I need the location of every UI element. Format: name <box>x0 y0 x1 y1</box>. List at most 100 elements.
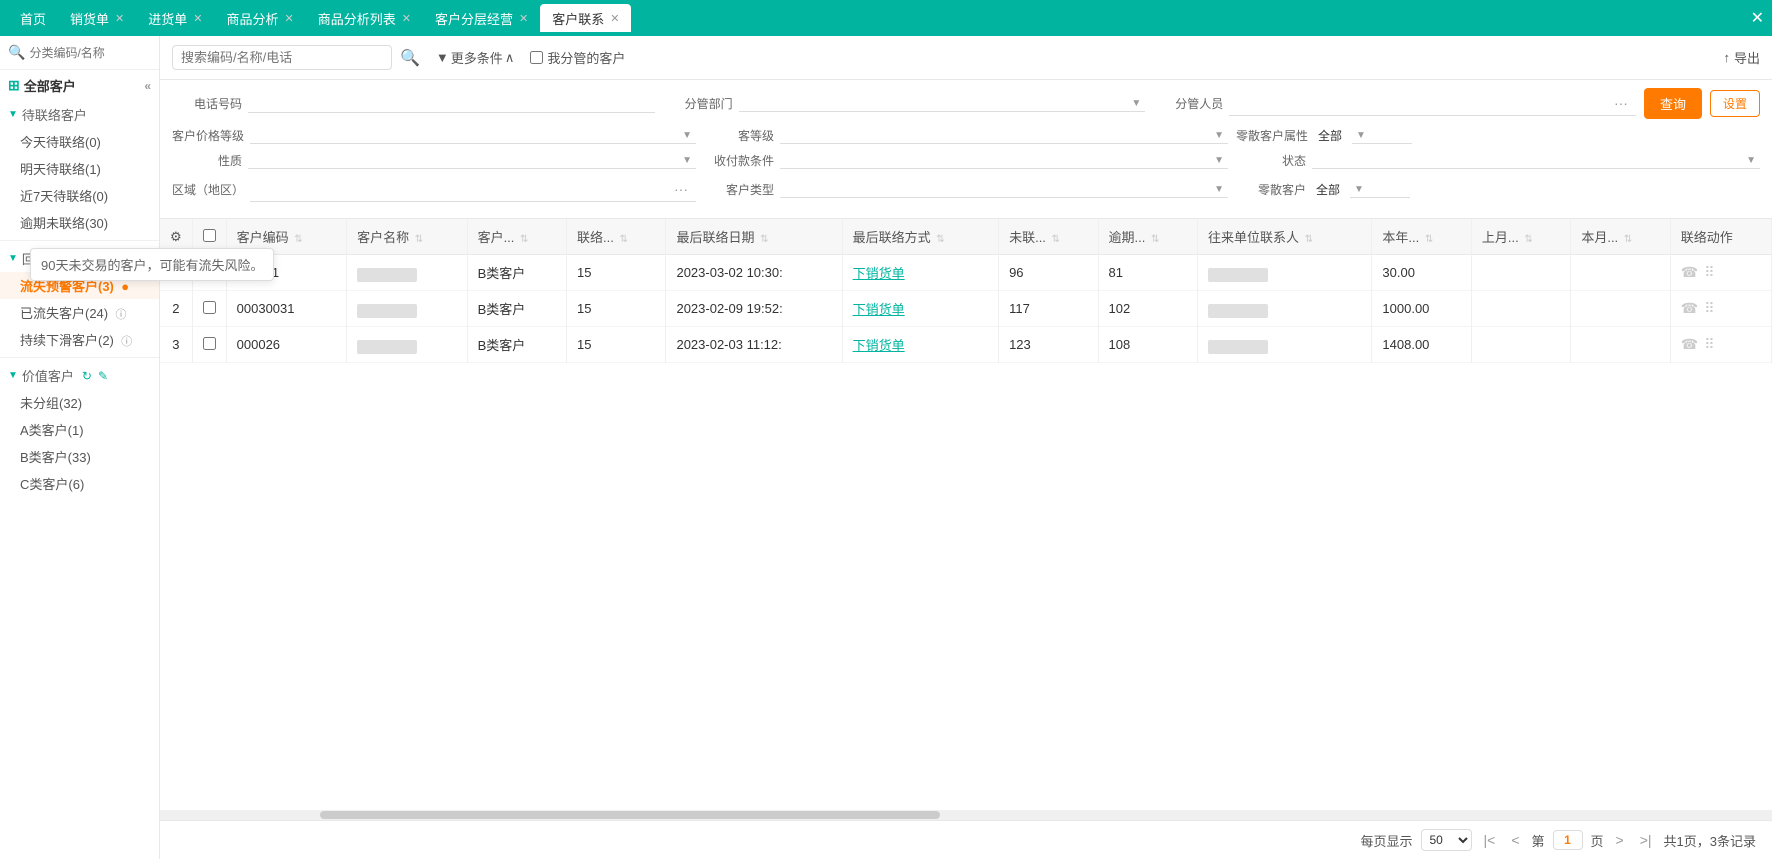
contact-icon-1[interactable]: ☎ <box>1681 264 1698 281</box>
filter-field-zero-retail: 零散客户 全部 ▼ <box>1236 181 1760 198</box>
filter-dept-select[interactable]: ▼ <box>739 96 1146 112</box>
tab-bar: 首页 销货单 ✕ 进货单 ✕ 商品分析 ✕ 商品分析列表 ✕ 客户分层经营 ✕ … <box>0 0 1772 36</box>
per-page-select[interactable]: 50 20 100 <box>1421 829 1472 851</box>
contact-icon-3[interactable]: ☎ <box>1681 336 1698 353</box>
row-checkbox-3[interactable] <box>192 327 226 363</box>
filter-row-4: 区域（地区） ··· 客户类型 ▼ 零散客户 全部 <box>172 177 1760 202</box>
sort-icon-contact[interactable]: ⇅ <box>619 234 627 245</box>
export-button[interactable]: ↑ 导出 <box>1723 48 1760 67</box>
sort-icon-last-month[interactable]: ⇅ <box>1524 234 1532 245</box>
sidebar-all-customers[interactable]: ⊞ 全部客户 « <box>0 70 159 101</box>
filter-row-2: 客户价格等级 ▼ 客等级 ▼ 零散客户属性 全部 <box>172 127 1760 144</box>
sidebar-item-overdue[interactable]: 逾期未联络(30) <box>0 209 159 236</box>
row-this-month-2 <box>1571 291 1670 327</box>
filter-zero-retail-attr-select[interactable]: ▼ <box>1352 128 1412 144</box>
my-customers-checkbox[interactable] <box>530 51 543 64</box>
filter-field-status: 状态 ▼ <box>1236 152 1760 169</box>
sort-icon-this-month[interactable]: ⇅ <box>1624 234 1632 245</box>
tab-close-sales-order[interactable]: ✕ <box>115 12 124 25</box>
contact-icon-2[interactable]: ☎ <box>1681 300 1698 317</box>
tab-close-customer-tier[interactable]: ✕ <box>519 12 528 25</box>
filter-nature-select[interactable]: ▼ <box>248 153 696 169</box>
sort-icon-this-year[interactable]: ⇅ <box>1425 234 1433 245</box>
payment-arrow-icon: ▼ <box>1214 155 1224 166</box>
edit-icon[interactable]: ✎ <box>98 369 108 383</box>
sidebar-item-ungrouped[interactable]: 未分组(32) <box>0 389 159 416</box>
more-action-icon-1[interactable]: ⠿ <box>1704 264 1714 281</box>
filter-customer-type-select[interactable]: ▼ <box>780 182 1228 198</box>
filter-search-button[interactable]: 🔍 <box>400 48 420 68</box>
horizontal-scrollbar[interactable] <box>160 810 1772 820</box>
filter-phone-input[interactable] <box>248 94 655 113</box>
tab-product-analysis-list[interactable]: 商品分析列表 ✕ <box>306 4 423 32</box>
filter-price-level-select[interactable]: ▼ <box>250 128 696 144</box>
sort-icon-overdue[interactable]: ⇅ <box>1151 234 1159 245</box>
scrollbar-thumb[interactable] <box>320 811 940 819</box>
sidebar-item-declining[interactable]: 持续下滑客户(2) ⓘ <box>0 326 159 353</box>
refresh-icon[interactable]: ↻ <box>82 369 92 383</box>
grid-icon: ⊞ <box>8 77 20 94</box>
sidebar-item-class-c[interactable]: C类客户(6) <box>0 470 159 497</box>
filter-payment-select[interactable]: ▼ <box>780 153 1228 169</box>
sort-icon-last-method[interactable]: ⇅ <box>936 234 944 245</box>
row-last-method-2[interactable]: 下销货单 <box>842 291 998 327</box>
tab-purchase-order[interactable]: 进货单 ✕ <box>136 4 214 32</box>
row-this-month-1 <box>1571 255 1670 291</box>
sidebar-item-class-b[interactable]: B类客户(33) <box>0 443 159 470</box>
page-number-input[interactable] <box>1553 830 1583 850</box>
tab-close-purchase-order[interactable]: ✕ <box>193 12 202 25</box>
sidebar-group-pending[interactable]: ▼ 待联络客户 <box>0 101 159 128</box>
row-checkbox-2[interactable] <box>192 291 226 327</box>
tab-sales-order[interactable]: 销货单 ✕ <box>58 4 136 32</box>
sidebar-item-7days[interactable]: 近7天待联络(0) <box>0 182 159 209</box>
my-customers-checkbox-label[interactable]: 我分管的客户 <box>530 48 625 67</box>
price-level-arrow-icon: ▼ <box>682 130 692 141</box>
tab-close-product-analysis-list[interactable]: ✕ <box>402 12 411 25</box>
row-last-method-1[interactable]: 下销货单 <box>842 255 998 291</box>
sidebar-item-today[interactable]: 今天待联络(0) <box>0 128 159 155</box>
row-code-3: 000026 <box>226 327 346 363</box>
tab-customer-contact[interactable]: 客户联系 ✕ <box>540 4 631 32</box>
prev-page-button[interactable]: < <box>1507 830 1523 850</box>
sidebar-item-class-a[interactable]: A类客户(1) <box>0 416 159 443</box>
row-last-method-3[interactable]: 下销货单 <box>842 327 998 363</box>
filter-area-select[interactable]: ··· <box>250 177 696 202</box>
staff-more-icon[interactable]: ··· <box>1610 93 1632 113</box>
area-more-icon[interactable]: ··· <box>670 179 692 199</box>
tab-product-analysis[interactable]: 商品分析 ✕ <box>214 4 305 32</box>
filter-field-dept: 分管部门 ▼ <box>663 95 1146 112</box>
filter-more-conditions[interactable]: ▼ 更多条件 ∧ <box>428 44 522 71</box>
nature-arrow-icon: ▼ <box>682 155 692 166</box>
sort-icon-name[interactable]: ⇅ <box>415 234 423 245</box>
tab-close-customer-contact[interactable]: ✕ <box>610 12 619 25</box>
sidebar-item-churned[interactable]: 已流失客户(24) ⓘ <box>0 299 159 326</box>
sort-icon-type[interactable]: ⇅ <box>520 234 528 245</box>
filter-staff-select[interactable]: ··· <box>1229 91 1636 116</box>
last-page-button[interactable]: >| <box>1636 830 1656 850</box>
more-action-icon-2[interactable]: ⠿ <box>1704 300 1714 317</box>
settings-button[interactable]: 设置 <box>1710 90 1760 117</box>
filter-customer-level-select[interactable]: ▼ <box>780 128 1228 144</box>
sort-icon-contacts[interactable]: ⇅ <box>1305 234 1313 245</box>
collapse-icon: « <box>144 79 151 93</box>
sidebar: 🔍 ⊞ 全部客户 « ▼ 待联络客户 今天待联络(0) 明天待联络(1) 近7天… <box>0 36 160 859</box>
tab-close-product-analysis[interactable]: ✕ <box>285 12 294 25</box>
select-all-checkbox[interactable] <box>203 229 216 242</box>
sort-icon-last-date[interactable]: ⇅ <box>760 234 768 245</box>
sidebar-item-tomorrow[interactable]: 明天待联络(1) <box>0 155 159 182</box>
sidebar-group-value[interactable]: ▼ 价值客户 ↻ ✎ <box>0 362 159 389</box>
window-close-button[interactable]: ✕ <box>1751 8 1764 28</box>
filter-search-input[interactable] <box>172 45 392 70</box>
sidebar-search-input[interactable] <box>29 46 160 60</box>
sort-icon-code[interactable]: ⇅ <box>294 234 302 245</box>
query-button[interactable]: 查询 <box>1644 88 1702 119</box>
filter-zero-retail-select[interactable]: ▼ <box>1350 182 1410 198</box>
sort-icon-not-contacted[interactable]: ⇅ <box>1052 234 1060 245</box>
next-page-button[interactable]: > <box>1612 830 1628 850</box>
filter-status-select[interactable]: ▼ <box>1312 153 1760 169</box>
more-action-icon-3[interactable]: ⠿ <box>1704 336 1714 353</box>
first-page-button[interactable]: |< <box>1480 830 1500 850</box>
tab-homepage[interactable]: 首页 <box>8 4 58 32</box>
warning-icon: ● <box>121 279 129 294</box>
tab-customer-tier[interactable]: 客户分层经营 ✕ <box>423 4 540 32</box>
